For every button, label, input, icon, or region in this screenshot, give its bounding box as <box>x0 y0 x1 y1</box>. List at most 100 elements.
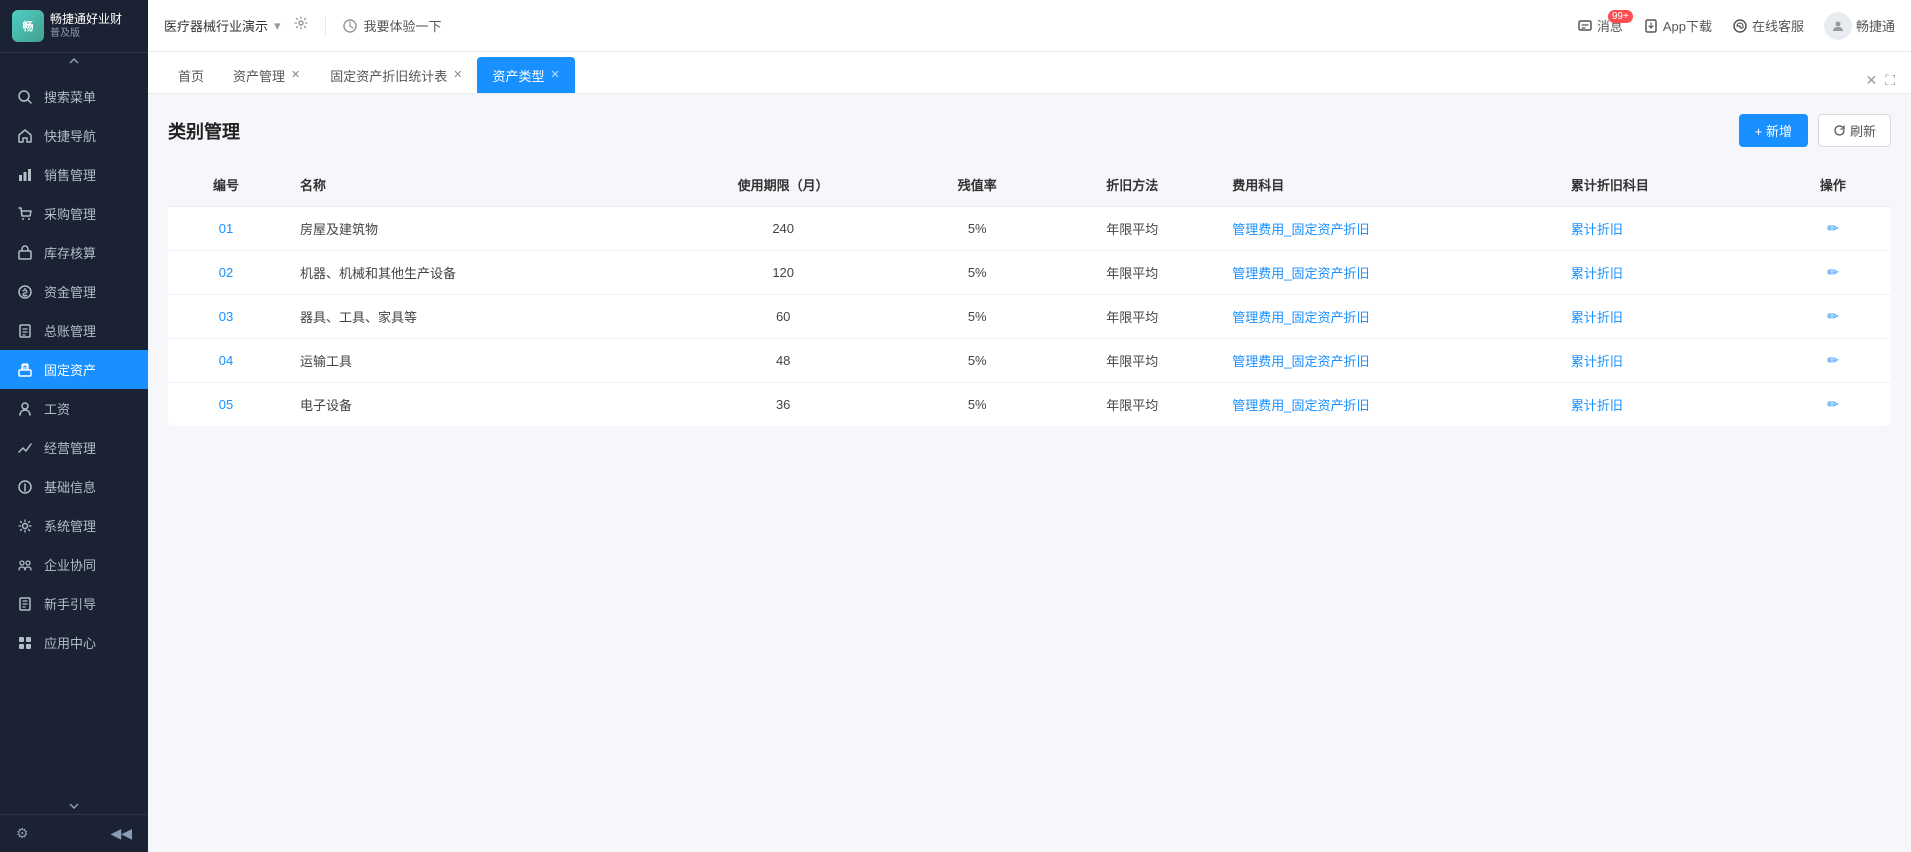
experience-button[interactable]: 我要体验一下 <box>342 16 442 35</box>
cell-action[interactable]: ✏ <box>1775 251 1891 295</box>
page-content: 类别管理 + 新增 刷新 编号 名称 使用期限（月） 残值率 <box>148 94 1911 852</box>
refresh-button[interactable]: 刷新 <box>1818 114 1891 147</box>
settings-footer-icon[interactable]: ⚙ <box>16 825 29 842</box>
sidebar-item-operation[interactable]: 经营管理 <box>0 428 148 467</box>
cell-residual: 5% <box>906 339 1048 383</box>
sidebar-item-inventory-label: 库存核算 <box>44 243 96 262</box>
sidebar-item-app-center-label: 应用中心 <box>44 633 96 652</box>
cell-period: 60 <box>660 295 906 339</box>
sidebar-item-search[interactable]: 搜索菜单 <box>0 77 148 116</box>
message-badge: 99+ <box>1608 10 1633 23</box>
user-avatar <box>1824 12 1852 40</box>
sidebar-item-system-label: 系统管理 <box>44 516 96 535</box>
workspace-name: 医疗器械行业演示 <box>164 16 268 35</box>
sidebar-item-operation-label: 经营管理 <box>44 438 96 457</box>
scroll-down-indicator[interactable] <box>0 798 148 814</box>
sidebar-item-sales[interactable]: 销售管理 <box>0 155 148 194</box>
cell-action[interactable]: ✏ <box>1775 207 1891 251</box>
ledger-icon <box>16 322 34 340</box>
app-edition: 普及版 <box>50 27 122 40</box>
col-header-code: 编号 <box>168 163 284 207</box>
customer-service-button[interactable]: 在线客服 <box>1732 16 1804 35</box>
cell-method: 年限平均 <box>1048 339 1216 383</box>
cell-action[interactable]: ✏ <box>1775 383 1891 427</box>
tab-depreciation-table-close[interactable]: ✕ <box>453 70 462 81</box>
message-button[interactable]: 消息 99+ <box>1577 16 1623 35</box>
sidebar-item-funds-label: 资金管理 <box>44 282 96 301</box>
edit-icon[interactable]: ✏ <box>1827 264 1839 280</box>
sidebar-item-quick-nav-label: 快捷导航 <box>44 126 96 145</box>
cell-name: 器具、工具、家具等 <box>284 295 660 339</box>
sidebar-item-ledger-label: 总账管理 <box>44 321 96 340</box>
workspace-selector[interactable]: 医疗器械行业演示 ▾ <box>164 16 281 35</box>
sidebar-item-quick-nav[interactable]: 快捷导航 <box>0 116 148 155</box>
app-download-button[interactable]: App下载 <box>1643 16 1712 35</box>
cell-action[interactable]: ✏ <box>1775 295 1891 339</box>
tabs-bar: 首页 资产管理 ✕ 固定资产折旧统计表 ✕ 资产类型 ✕ ✕ ⛶ <box>148 52 1911 94</box>
sidebar-item-guide[interactable]: 新手引导 <box>0 584 148 623</box>
sidebar-item-purchase[interactable]: 采购管理 <box>0 194 148 233</box>
new-button[interactable]: + 新增 <box>1739 114 1808 147</box>
scroll-up-indicator[interactable] <box>0 53 148 69</box>
sidebar-item-purchase-label: 采购管理 <box>44 204 96 223</box>
edit-icon[interactable]: ✏ <box>1827 352 1839 368</box>
edit-icon[interactable]: ✏ <box>1827 308 1839 324</box>
sidebar-item-inventory[interactable]: 库存核算 <box>0 233 148 272</box>
tab-home[interactable]: 首页 <box>164 57 218 93</box>
tab-asset-manage[interactable]: 资产管理 ✕ <box>218 57 315 93</box>
workspace-settings-icon[interactable] <box>293 15 309 36</box>
restore-tab-icon[interactable]: ⛶ <box>1885 72 1895 89</box>
cell-method: 年限平均 <box>1048 207 1216 251</box>
cell-code: 04 <box>168 339 284 383</box>
tab-depreciation-table[interactable]: 固定资产折旧统计表 ✕ <box>315 57 477 93</box>
cell-residual: 5% <box>906 207 1048 251</box>
logo-icon: 畅 <box>12 10 44 42</box>
sidebar-item-system[interactable]: 系统管理 <box>0 506 148 545</box>
cell-period: 240 <box>660 207 906 251</box>
enterprise-icon <box>16 556 34 574</box>
tab-depreciation-table-label: 固定资产折旧统计表 <box>330 66 447 85</box>
sidebar-item-ledger[interactable]: 总账管理 <box>0 311 148 350</box>
system-icon <box>16 517 34 535</box>
cell-expense: 管理费用_固定资产折旧 <box>1216 339 1555 383</box>
basic-info-icon <box>16 478 34 496</box>
tab-asset-manage-close[interactable]: ✕ <box>291 70 300 81</box>
salary-icon <box>16 400 34 418</box>
sidebar-item-fixed-assets[interactable]: 固定资产 <box>0 350 148 389</box>
sidebar-item-app-center[interactable]: 应用中心 <box>0 623 148 662</box>
cell-period: 120 <box>660 251 906 295</box>
page-header: 类别管理 + 新增 刷新 <box>168 114 1891 147</box>
edit-icon[interactable]: ✏ <box>1827 220 1839 236</box>
tab-home-label: 首页 <box>178 66 204 85</box>
app-name: 畅捷通好业财 <box>50 12 122 28</box>
cell-method: 年限平均 <box>1048 295 1216 339</box>
operation-icon <box>16 439 34 457</box>
sidebar-item-basic-info[interactable]: 基础信息 <box>0 467 148 506</box>
tabs-bar-right: ✕ ⛶ <box>1865 72 1895 93</box>
sidebar-item-enterprise[interactable]: 企业协同 <box>0 545 148 584</box>
col-header-action: 操作 <box>1775 163 1891 207</box>
cell-code: 02 <box>168 251 284 295</box>
topbar: 医疗器械行业演示 ▾ 我要体验一下 消息 99+ App下载 在线客服 <box>148 0 1911 52</box>
cell-accumulated: 累计折旧 <box>1555 207 1775 251</box>
sidebar-item-salary[interactable]: 工资 <box>0 389 148 428</box>
tab-asset-type-close[interactable]: ✕ <box>551 70 560 81</box>
close-tab-icon[interactable]: ✕ <box>1865 72 1877 89</box>
tab-asset-manage-label: 资产管理 <box>233 66 285 85</box>
user-menu[interactable]: 畅捷通 <box>1824 12 1895 40</box>
purchase-icon <box>16 205 34 223</box>
sidebar-item-basic-info-label: 基础信息 <box>44 477 96 496</box>
topbar-divider <box>325 16 326 36</box>
cell-action[interactable]: ✏ <box>1775 339 1891 383</box>
collapse-sidebar-icon[interactable]: ◀◀ <box>110 825 132 842</box>
tab-asset-type[interactable]: 资产类型 ✕ <box>477 57 574 93</box>
edit-icon[interactable]: ✏ <box>1827 396 1839 412</box>
cell-expense: 管理费用_固定资产折旧 <box>1216 295 1555 339</box>
cell-accumulated: 累计折旧 <box>1555 295 1775 339</box>
sidebar-item-funds[interactable]: 资金管理 <box>0 272 148 311</box>
col-header-residual: 残值率 <box>906 163 1048 207</box>
cell-code: 05 <box>168 383 284 427</box>
cell-period: 48 <box>660 339 906 383</box>
data-table: 编号 名称 使用期限（月） 残值率 折旧方法 费用科目 累计折旧科目 操作 01… <box>168 163 1891 426</box>
cell-residual: 5% <box>906 295 1048 339</box>
